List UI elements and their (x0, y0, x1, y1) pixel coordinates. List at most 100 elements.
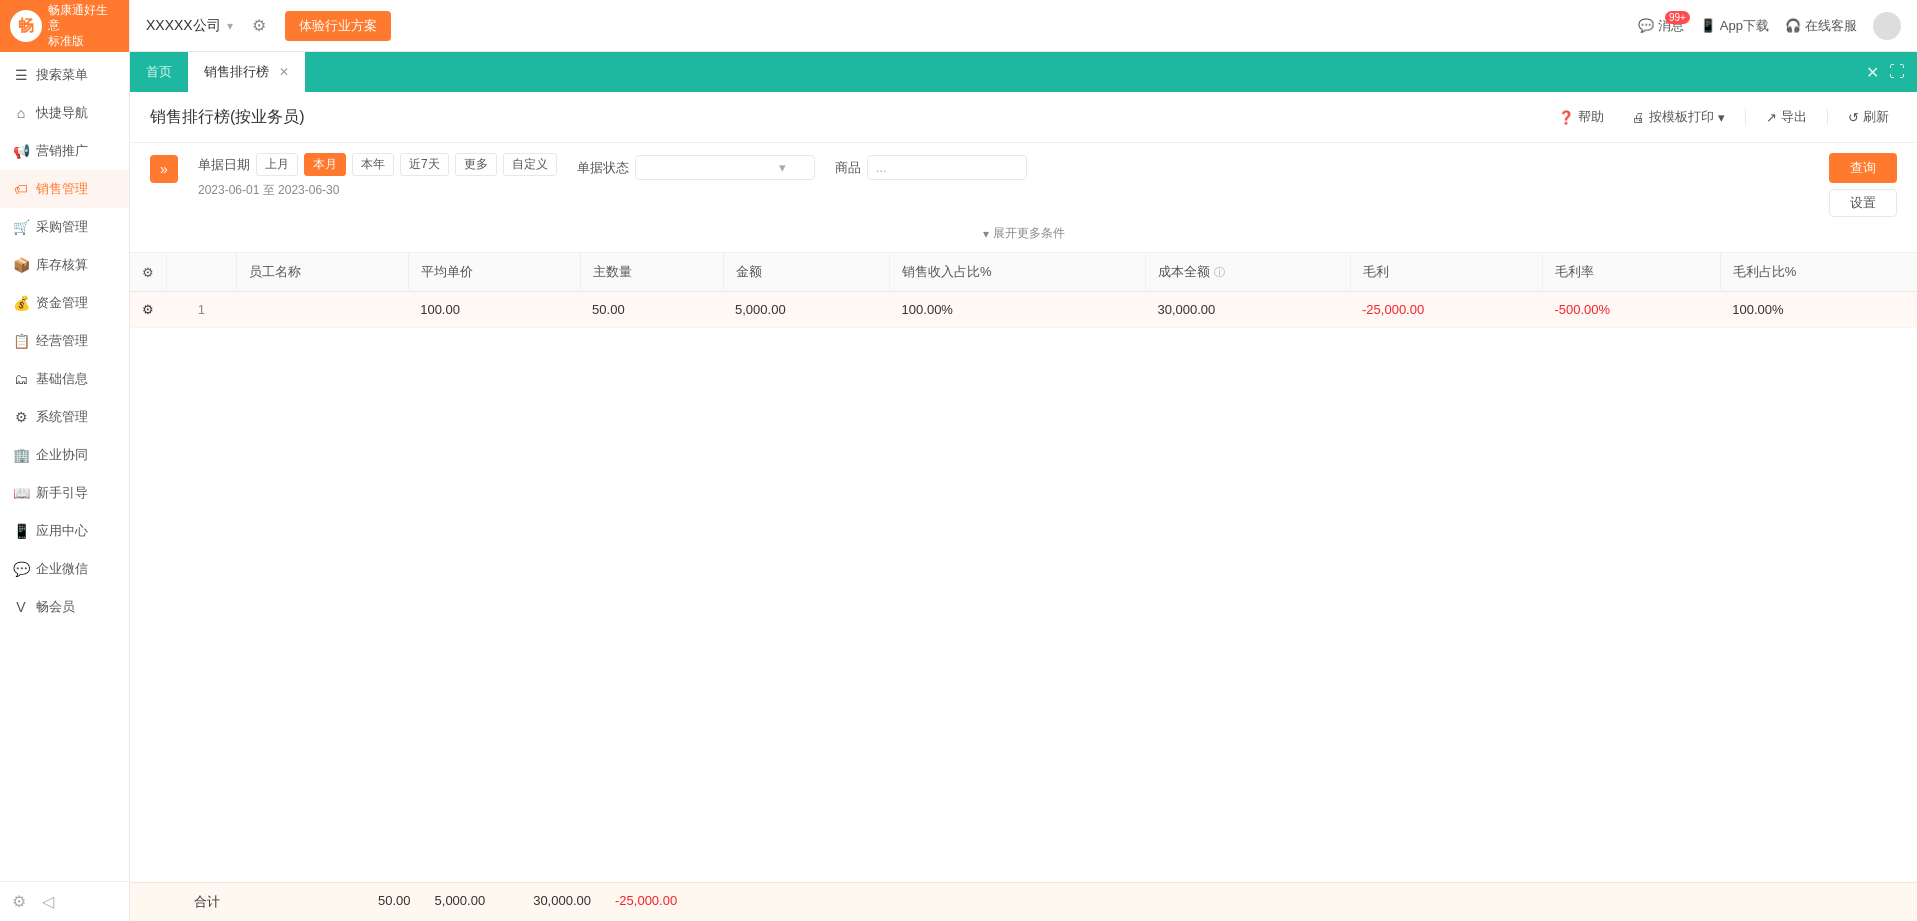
tab-sales-rank[interactable]: 销售排行榜 ✕ (188, 52, 305, 92)
filter-expand-icon[interactable]: » (150, 155, 178, 183)
sidebar-item-label: 销售管理 (36, 180, 88, 198)
col-settings[interactable]: ⚙ (130, 253, 167, 292)
header-settings-icon[interactable]: ⚙ (245, 12, 273, 40)
settings-icon[interactable]: ⚙ (12, 892, 26, 911)
chevron-down-icon: ▾ (227, 19, 233, 33)
date-buttons: 上月 本月 本年 近7天 更多 自定义 (256, 153, 557, 176)
search-icon: ☰ (12, 66, 30, 84)
col-amount: 金额 (723, 253, 890, 292)
tab-close-all-icon[interactable]: ✕ (1866, 63, 1879, 82)
export-button[interactable]: ↗ 导出 (1758, 104, 1815, 130)
online-support-item[interactable]: 🎧 在线客服 (1785, 17, 1857, 35)
tab-maximize-icon[interactable]: ⛶ (1889, 63, 1905, 81)
query-button[interactable]: 查询 (1829, 153, 1897, 183)
app-download-item[interactable]: 📱 App下载 (1700, 17, 1769, 35)
sidebar-item-label: 库存核算 (36, 256, 88, 274)
sidebar-item-search[interactable]: ☰搜索菜单 (0, 56, 129, 94)
col-cost: 成本全额 ⓘ (1145, 253, 1350, 292)
support-icon: 🎧 (1785, 18, 1801, 33)
sidebar-item-enterprise[interactable]: 🏢企业协同 (0, 436, 129, 474)
goods-input[interactable]: ... (867, 155, 1027, 180)
company-selector[interactable]: XXXXX公司 ▾ (146, 17, 233, 35)
sidebar-item-label: 采购管理 (36, 218, 88, 236)
tab-home[interactable]: 首页 (130, 52, 188, 92)
refresh-button[interactable]: ↺ 刷新 (1840, 104, 1897, 130)
sidebar-item-sales[interactable]: 🏷销售管理 (0, 170, 129, 208)
operations-icon: 📋 (12, 332, 30, 350)
expand-more-button[interactable]: ▾ 展开更多条件 (983, 225, 1065, 242)
row-settings[interactable]: ⚙ (130, 292, 167, 328)
status-chevron-icon: ▾ (779, 160, 786, 175)
settings-button[interactable]: 设置 (1829, 189, 1897, 217)
sidebar-item-quick-nav[interactable]: ⌂ 快捷导航 (0, 94, 129, 132)
sidebar-item-label: 企业协同 (36, 446, 88, 464)
footer-cost: 30,000.00 (521, 893, 603, 911)
sidebar-item-wechat[interactable]: 💬企业微信 (0, 550, 129, 588)
date-btn-this-year[interactable]: 本年 (352, 153, 394, 176)
col-avg-price: 平均单价 (408, 253, 580, 292)
sidebar-item-member[interactable]: V畅会员 (0, 588, 129, 626)
row-gross-pct: 100.00% (1720, 292, 1917, 328)
sidebar-item-label: 新手引导 (36, 484, 88, 502)
date-range: 2023-06-01 至 2023-06-30 (198, 182, 557, 199)
logo-icon: 畅 (10, 10, 42, 42)
date-btn-custom[interactable]: 自定义 (503, 153, 557, 176)
col-gross-rate: 毛利率 (1542, 253, 1720, 292)
footer-sales-pct (497, 893, 521, 911)
sidebar-item-marketing[interactable]: 📢营销推广 (0, 132, 129, 170)
help-icon: ❓ (1558, 110, 1574, 125)
date-btn-last-month[interactable]: 上月 (256, 153, 298, 176)
sidebar-logo: 畅 畅康通好生意 标准版 (0, 0, 129, 52)
expand-row: ▾ 展开更多条件 (150, 225, 1897, 242)
sidebar: 畅 畅康通好生意 标准版 ☰搜索菜单 ⌂ 快捷导航 📢营销推广🏷销售管理🛒采购管理📦库… (0, 0, 130, 921)
filter-date-group: 单据日期 上月 本月 本年 近7天 更多 自定义 2023-06-01 至 20… (198, 153, 557, 199)
quick-nav-icon: ⌂ (12, 104, 30, 122)
finance-icon: 💰 (12, 294, 30, 312)
marketing-icon: 📢 (12, 142, 30, 160)
export-icon: ↗ (1766, 110, 1777, 125)
help-button[interactable]: ❓ 帮助 (1550, 104, 1612, 130)
status-select[interactable]: ▾ (635, 155, 815, 180)
table-container: ⚙ 员工名称 平均单价 主数量 金额 销售收入占比% 成本全额 ⓘ 毛利 毛利率… (130, 253, 1917, 882)
sidebar-item-system[interactable]: ⚙系统管理 (0, 398, 129, 436)
col-emp-name: 员工名称 (236, 253, 408, 292)
print-button[interactable]: 🖨 按模板打印 ▾ (1624, 104, 1733, 130)
collapse-icon[interactable]: ◁ (42, 892, 54, 911)
sidebar-item-label: 快捷导航 (36, 104, 88, 122)
divider2 (1827, 109, 1828, 125)
sidebar-item-app-center[interactable]: 📱 应用中心 (0, 512, 129, 550)
top-header: XXXXX公司 ▾ ⚙ 体验行业方案 💬 消息 99+ 📱 App下载 🎧 在线… (130, 0, 1917, 52)
sidebar-item-finance[interactable]: 💰资金管理 (0, 284, 129, 322)
sales-rank-table: ⚙ 员工名称 平均单价 主数量 金额 销售收入占比% 成本全额 ⓘ 毛利 毛利率… (130, 253, 1917, 328)
sidebar-item-inventory[interactable]: 📦库存核算 (0, 246, 129, 284)
trial-button[interactable]: 体验行业方案 (285, 11, 391, 41)
sidebar-bottom: ⚙ ◁ (0, 881, 129, 921)
row-gross-rate: -500.00% (1542, 292, 1720, 328)
sidebar-item-operations[interactable]: 📋经营管理 (0, 322, 129, 360)
col-gross: 毛利 (1350, 253, 1542, 292)
date-btn-7days[interactable]: 近7天 (400, 153, 449, 176)
expand-down-icon: ▾ (983, 227, 989, 241)
company-name: XXXXX公司 (146, 17, 221, 35)
app-icon: 📱 (1700, 18, 1716, 33)
message-item[interactable]: 💬 消息 99+ (1638, 17, 1684, 35)
table-row[interactable]: ⚙ 1 100.00 50.00 5,000.00 100.00% 30,000… (130, 292, 1917, 328)
page-content: 销售排行榜(按业务员) ❓ 帮助 🖨 按模板打印 ▾ ↗ 导出 (130, 92, 1917, 921)
sidebar-item-label: 应用中心 (36, 522, 88, 540)
sidebar-item-guide[interactable]: 📖新手引导 (0, 474, 129, 512)
footer-amount: 5,000.00 (423, 893, 498, 911)
user-avatar[interactable] (1873, 12, 1901, 40)
member-icon: V (12, 598, 30, 616)
sidebar-item-purchase[interactable]: 🛒采购管理 (0, 208, 129, 246)
date-btn-more[interactable]: 更多 (455, 153, 497, 176)
footer-avg-price (342, 893, 366, 911)
message-icon: 💬 (1638, 18, 1654, 33)
sidebar-item-label: 基础信息 (36, 370, 88, 388)
app-center-icon: 📱 (12, 522, 30, 540)
tab-close-icon[interactable]: ✕ (279, 65, 289, 79)
row-avg-price: 100.00 (408, 292, 580, 328)
sidebar-item-basic[interactable]: 🗂基础信息 (0, 360, 129, 398)
date-btn-this-month[interactable]: 本月 (304, 153, 346, 176)
page-actions: ❓ 帮助 🖨 按模板打印 ▾ ↗ 导出 ↺ 刷新 (1550, 104, 1897, 130)
header-right: 💬 消息 99+ 📱 App下载 🎧 在线客服 (1638, 12, 1901, 40)
